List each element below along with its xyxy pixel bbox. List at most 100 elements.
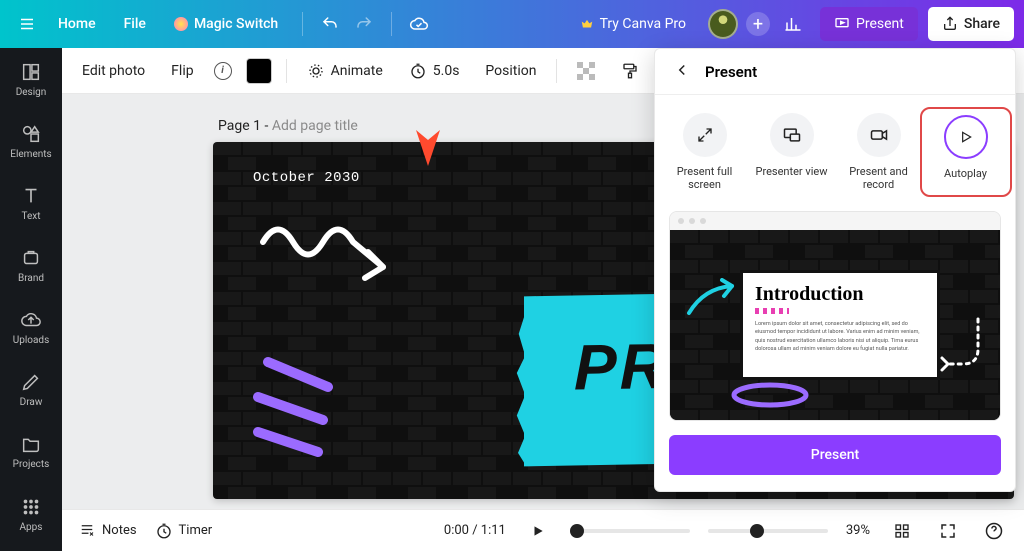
present-panel: Present Present full screen Presenter vi… [654,48,1016,492]
copy-style-button[interactable] [615,58,645,84]
position-button[interactable]: Position [479,59,542,83]
left-sidebar: Design Elements Text Brand Uploads Draw … [0,48,62,551]
avatar[interactable] [708,9,738,39]
dotted-arrow-icon [938,314,988,394]
magic-switch-icon [174,17,188,31]
divider [302,12,303,36]
animate-button[interactable]: Animate [301,58,389,84]
slide-date: October 2030 [253,170,360,186]
zigzag-icon [755,308,789,314]
sidebar-item-draw[interactable]: Draw [0,358,62,420]
sidebar-item-uploads[interactable]: Uploads [0,296,62,358]
fullscreen-button[interactable] [934,517,962,545]
magic-switch-label: Magic Switch [194,16,278,32]
divider [556,59,557,83]
magic-switch-button[interactable]: Magic Switch [160,7,292,41]
present-confirm-button[interactable]: Present [669,435,1001,475]
help-button[interactable] [980,517,1008,545]
color-swatch[interactable] [246,58,272,84]
animate-label: Animate [331,63,383,79]
purple-loop-icon [730,380,810,410]
insights-button[interactable] [776,7,810,41]
chevron-left-icon [673,61,691,79]
notes-label: Notes [102,523,137,538]
page-number: Page 1 [218,118,261,134]
flip-button[interactable]: Flip [165,59,199,83]
duration-button[interactable]: 5.0s [403,58,466,84]
sidebar-item-label: Elements [10,149,51,160]
present-panel-header: Present [655,49,1015,95]
cloud-sync-icon[interactable] [402,7,436,41]
mode-presenter-view[interactable]: Presenter view [752,113,832,191]
play-button[interactable] [524,517,552,545]
paint-roller-icon [621,62,639,80]
transparency-button[interactable] [571,58,601,84]
notes-icon [78,522,96,540]
sidebar-item-projects[interactable]: Projects [0,420,62,482]
add-collaborator-button[interactable]: + [746,12,770,36]
edit-photo-button[interactable]: Edit photo [76,59,151,83]
timer-label: Timer [179,523,213,538]
info-icon[interactable]: i [214,62,232,80]
intro-heading: Introduction [755,283,925,306]
divider [391,12,392,36]
sidebar-item-label: Design [16,87,47,98]
back-button[interactable] [669,57,695,87]
squiggle-arrow-icon [253,212,403,322]
sidebar-item-text[interactable]: Text [0,172,62,234]
try-pro-label: Try Canva Pro [600,16,686,32]
share-icon [942,16,958,32]
sidebar-item-label: Brand [18,273,44,284]
menu-button[interactable] [10,7,44,41]
undo-button[interactable] [313,7,347,41]
preview-slide: Introduction Lorem ipsum dolor sit amet,… [670,230,1000,420]
sidebar-item-design[interactable]: Design [0,48,62,110]
sidebar-item-label: Apps [20,522,43,533]
present-panel-title: Present [705,63,757,81]
page-label[interactable]: Page 1 - Add page title [218,118,358,134]
playback-slider[interactable] [570,529,690,533]
burst-lines-icon [238,342,358,462]
page-title-hint: Add page title [272,118,358,134]
crown-icon [580,17,594,31]
present-icon [834,16,850,32]
mode-label: Present and record [839,165,919,191]
presenter-view-icon [782,125,802,145]
share-button[interactable]: Share [928,7,1014,41]
intro-lorem: Lorem ipsum dolor sit amet, consectetur … [755,320,925,353]
mode-label: Presenter view [756,165,828,178]
divider [286,59,287,83]
present-button[interactable]: Present [820,7,918,41]
sidebar-item-label: Projects [13,459,50,470]
playback-time: 0:00 / 1:11 [444,523,506,538]
timer-icon [155,522,173,540]
mode-full-screen[interactable]: Present full screen [665,113,745,191]
grid-view-button[interactable] [888,517,916,545]
transparency-icon [577,62,595,80]
notes-button[interactable]: Notes [78,522,137,540]
present-preview: Introduction Lorem ipsum dolor sit amet,… [669,211,1001,421]
mode-present-record[interactable]: Present and record [839,113,919,191]
share-label: Share [964,16,1000,32]
redo-button[interactable] [347,7,381,41]
play-icon [958,129,974,145]
timer-button[interactable]: Timer [155,522,213,540]
try-pro-button[interactable]: Try Canva Pro [568,7,698,41]
mode-autoplay[interactable]: Autoplay [926,113,1006,191]
file-button[interactable]: File [110,7,160,41]
sidebar-item-elements[interactable]: Elements [0,110,62,172]
bottom-bar: Notes Timer 0:00 / 1:11 39% [62,509,1024,551]
top-bar: Home File Magic Switch Try Canva Pro + P… [0,0,1024,48]
expand-icon [696,126,714,144]
clock-icon [409,62,427,80]
zoom-slider[interactable] [708,529,828,533]
sidebar-item-apps[interactable]: Apps [0,483,62,545]
page-sep: - [264,118,271,134]
sidebar-item-brand[interactable]: Brand [0,234,62,296]
sidebar-item-label: Uploads [13,335,49,346]
home-button[interactable]: Home [44,7,110,41]
sidebar-item-label: Draw [20,397,43,408]
animate-icon [307,62,325,80]
duration-label: 5.0s [433,63,460,79]
intro-card: Introduction Lorem ipsum dolor sit amet,… [740,270,940,380]
